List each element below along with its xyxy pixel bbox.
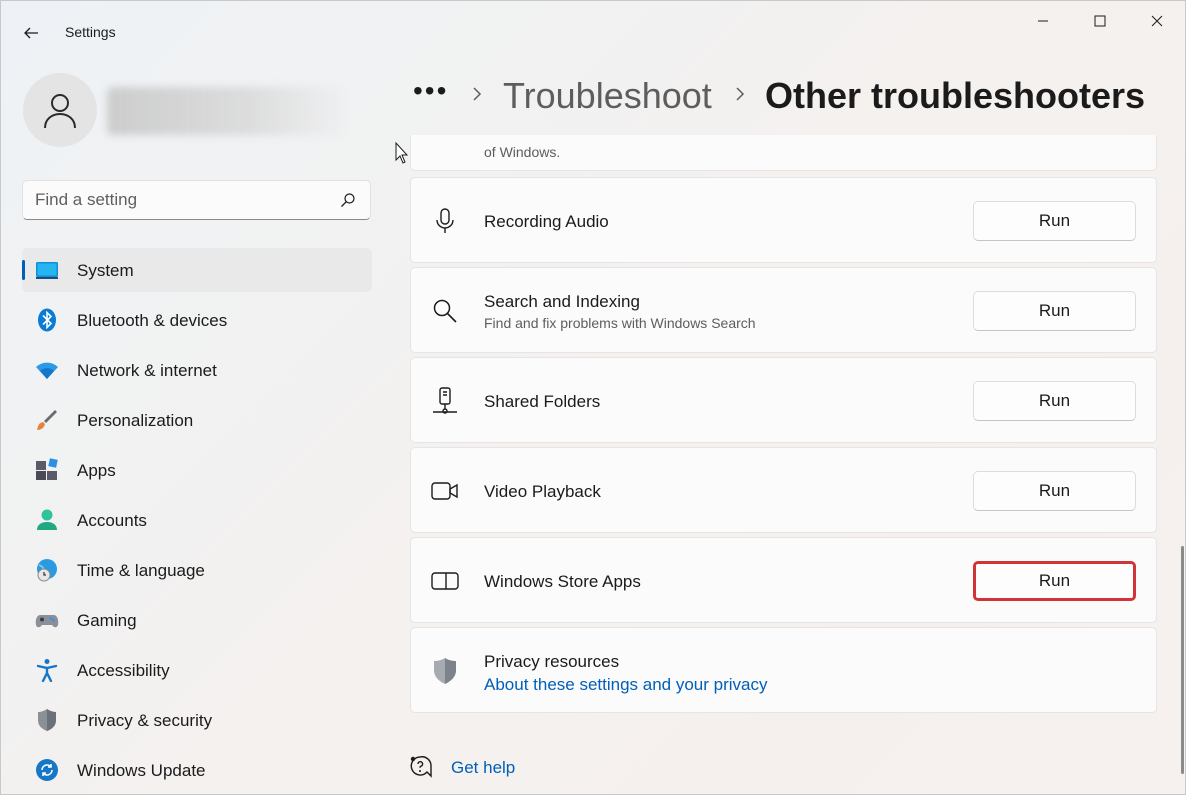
shield-icon bbox=[434, 658, 456, 684]
troubleshooter-card-windows-store-apps: Windows Store Apps Run bbox=[410, 537, 1157, 623]
run-button-recording-audio[interactable]: Run bbox=[973, 201, 1136, 241]
sidebar-item-accounts[interactable]: Accounts bbox=[22, 498, 372, 542]
sidebar-item-time-language[interactable]: Time & language bbox=[22, 548, 372, 592]
close-icon bbox=[1151, 15, 1162, 27]
sidebar-item-system[interactable]: System bbox=[22, 248, 372, 292]
troubleshooter-list: of Windows. Recording Audio Run Search a… bbox=[410, 135, 1158, 745]
sidebar-item-privacy-security[interactable]: Privacy & security bbox=[22, 698, 372, 742]
sidebar-item-accessibility[interactable]: Accessibility bbox=[22, 648, 372, 692]
run-button-shared-folders[interactable]: Run bbox=[973, 381, 1136, 421]
breadcrumb-troubleshoot[interactable]: Troubleshoot bbox=[503, 75, 712, 117]
chevron-right-icon bbox=[473, 87, 482, 101]
get-help-label: Get help bbox=[451, 758, 516, 777]
card-subtitle: Find and fix problems with Windows Searc… bbox=[484, 315, 756, 331]
accessibility-icon bbox=[36, 659, 58, 682]
card-title: Recording Audio bbox=[484, 212, 609, 231]
person-icon bbox=[37, 509, 57, 530]
card-title: Privacy resources bbox=[484, 652, 620, 671]
run-button-search-indexing[interactable]: Run bbox=[973, 291, 1136, 331]
troubleshooter-card-recording-audio: Recording Audio Run bbox=[410, 177, 1157, 263]
user-silhouette-icon bbox=[44, 94, 76, 129]
back-arrow-icon bbox=[24, 27, 38, 39]
run-button-video-playback[interactable]: Run bbox=[973, 471, 1136, 511]
monitor-icon bbox=[36, 262, 58, 279]
card-title: Video Playback bbox=[484, 482, 601, 501]
mouse-cursor-icon bbox=[395, 142, 409, 164]
minimize-button[interactable] bbox=[1014, 1, 1071, 41]
sidebar-nav: System Bluetooth & devices Network & int… bbox=[22, 248, 372, 794]
troubleshooter-card-search-indexing: Search and Indexing Find and fix problem… bbox=[410, 267, 1157, 353]
shield-icon bbox=[38, 709, 56, 731]
sidebar-item-label: Apps bbox=[77, 461, 116, 480]
search-input[interactable] bbox=[35, 189, 335, 211]
avatar[interactable] bbox=[23, 73, 97, 147]
help-chat-icon bbox=[410, 756, 432, 778]
search-icon bbox=[433, 299, 457, 323]
troubleshooter-card-video-playback: Video Playback Run bbox=[410, 447, 1157, 533]
maximize-button[interactable] bbox=[1071, 1, 1128, 41]
page-title: Other troubleshooters bbox=[765, 75, 1146, 116]
card-title: Shared Folders bbox=[484, 392, 601, 411]
breadcrumb-overflow-button[interactable]: ••• bbox=[413, 75, 448, 107]
wifi-icon bbox=[36, 362, 58, 379]
sidebar-item-label: Network & internet bbox=[77, 361, 217, 380]
gamepad-icon bbox=[35, 615, 59, 628]
search-icon[interactable] bbox=[340, 192, 356, 208]
sidebar-item-windows-update[interactable]: Windows Update bbox=[22, 748, 372, 792]
microphone-icon bbox=[436, 208, 454, 233]
refresh-icon bbox=[36, 759, 58, 781]
privacy-link[interactable]: About these settings and your privacy bbox=[484, 675, 768, 695]
card-subtitle: of Windows. bbox=[484, 144, 561, 160]
privacy-resources-card: Privacy resources About these settings a… bbox=[410, 627, 1157, 713]
troubleshooter-card-shared-folders: Shared Folders Run bbox=[410, 357, 1157, 443]
run-button-windows-store-apps[interactable]: Run bbox=[973, 561, 1136, 601]
sidebar-item-label: Bluetooth & devices bbox=[77, 311, 228, 330]
close-button[interactable] bbox=[1128, 1, 1185, 41]
sidebar-item-label: System bbox=[77, 261, 134, 280]
shared-folder-icon bbox=[433, 387, 457, 414]
scrollbar[interactable] bbox=[1181, 546, 1184, 774]
sidebar-item-label: Personalization bbox=[77, 411, 194, 430]
app-title: Settings bbox=[65, 24, 116, 40]
apps-icon bbox=[36, 458, 58, 480]
sidebar-item-label: Accessibility bbox=[77, 661, 170, 680]
bluetooth-icon bbox=[38, 308, 56, 332]
minimize-icon bbox=[1037, 20, 1048, 22]
video-camera-icon bbox=[431, 482, 458, 500]
sidebar-item-label: Time & language bbox=[77, 561, 205, 580]
user-name-blurred bbox=[107, 87, 343, 135]
sidebar-item-gaming[interactable]: Gaming bbox=[22, 598, 372, 642]
sidebar-item-label: Windows Update bbox=[77, 761, 206, 780]
sidebar-item-apps[interactable]: Apps bbox=[22, 448, 372, 492]
get-help-link[interactable]: Get help bbox=[409, 753, 549, 783]
sidebar-item-label: Gaming bbox=[77, 611, 137, 630]
sidebar-item-label: Accounts bbox=[77, 511, 147, 530]
breadcrumb: ••• Troubleshoot Other troubleshooters bbox=[413, 71, 1173, 121]
search-box[interactable] bbox=[22, 180, 371, 220]
card-title: Search and Indexing bbox=[484, 292, 640, 311]
settings-window: Settings System bbox=[0, 0, 1186, 795]
store-apps-icon bbox=[431, 572, 459, 590]
back-button[interactable] bbox=[15, 17, 47, 49]
sidebar-item-personalization[interactable]: Personalization bbox=[22, 398, 372, 442]
paintbrush-icon bbox=[37, 410, 57, 430]
sidebar-item-network[interactable]: Network & internet bbox=[22, 348, 372, 392]
troubleshooter-card-partial: of Windows. bbox=[410, 135, 1157, 171]
sidebar-item-label: Privacy & security bbox=[77, 711, 213, 730]
maximize-icon bbox=[1094, 15, 1105, 27]
card-title: Windows Store Apps bbox=[484, 572, 641, 591]
chevron-right-icon bbox=[736, 87, 745, 101]
sidebar-item-bluetooth[interactable]: Bluetooth & devices bbox=[22, 298, 372, 342]
globe-clock-icon bbox=[37, 559, 57, 582]
title-bar: Settings bbox=[1, 1, 1185, 49]
